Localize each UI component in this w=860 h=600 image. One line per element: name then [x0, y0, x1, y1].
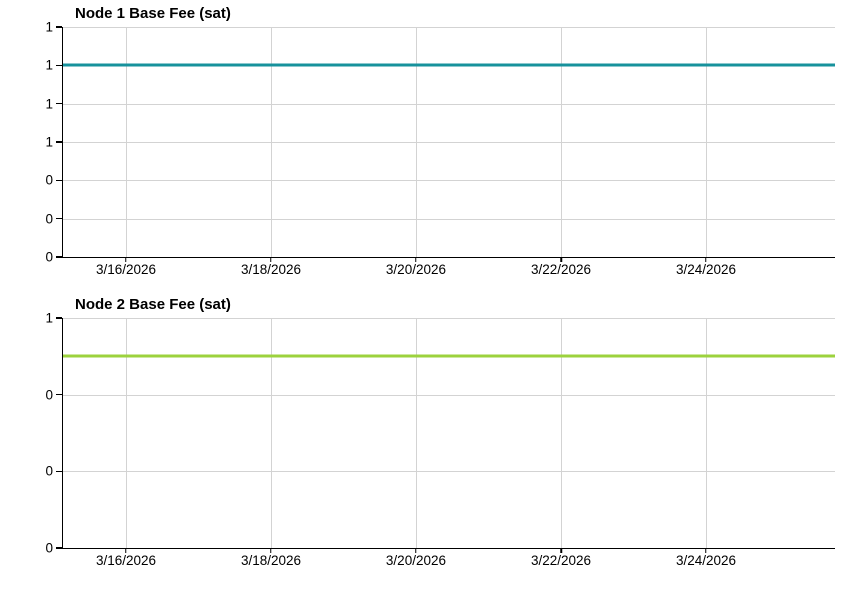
y-axis-tick-mark [56, 26, 62, 28]
x-axis-tick-label: 3/18/2026 [240, 262, 301, 277]
y-axis-tick-label: 0 [45, 172, 53, 188]
y-axis-tick-mark [56, 470, 62, 473]
vertical-gridline [125, 318, 127, 548]
vertical-gridline [270, 318, 272, 548]
chart-title: Node 2 Base Fee (sat) [75, 296, 231, 313]
chart-node-2-base-fee: Node 2 Base Fee (sat) 3/16/2026 3/18/2026… [0, 291, 860, 582]
y-axis-tick-mark [56, 179, 62, 182]
y-axis-tick-mark [56, 393, 62, 396]
plot-area: 3/16/2026 3/18/2026 3/20/2026 3/22/2026 3/24… [45, 20, 835, 276]
y-axis-tick-label: 1 [45, 19, 53, 35]
y-axis-tick-mark [56, 217, 62, 220]
x-axis-tick-label: 3/20/2026 [385, 262, 446, 277]
x-axis-tick-label: 3/18/2026 [240, 553, 301, 568]
horizontal-gridline [63, 218, 835, 220]
y-axis-tick-label: 0 [45, 463, 53, 479]
node-1-base-fee-line [63, 63, 835, 67]
horizontal-gridline [63, 394, 835, 396]
horizontal-gridline [63, 180, 835, 182]
vertical-gridline [561, 318, 563, 548]
y-axis-tick-mark [56, 102, 62, 105]
x-axis-tick-label: 3/22/2026 [530, 553, 592, 568]
y-axis-tick-label: 0 [45, 210, 53, 226]
node-2-base-fee-line [63, 354, 835, 358]
y-axis-tick-mark [56, 256, 62, 258]
y-axis-tick-label: 1 [45, 134, 53, 150]
x-axis-tick-label: 3/16/2026 [95, 262, 157, 277]
chart-title: Node 1 Base Fee (sat) [75, 5, 231, 22]
x-axis-tick-label: 3/16/2026 [95, 553, 157, 568]
plot-area: 3/16/2026 3/18/2026 3/20/2026 3/22/2026 3/24… [45, 311, 835, 567]
horizontal-gridline [63, 318, 835, 319]
horizontal-gridline [63, 471, 835, 473]
chart-node-1-base-fee: Node 1 Base Fee (sat) 3/16/2026 3/18/2026… [0, 0, 860, 291]
vertical-gridline [415, 318, 417, 548]
y-axis-tick-mark [56, 547, 62, 549]
horizontal-gridline [63, 142, 835, 143]
y-axis-tick-mark [56, 317, 62, 319]
y-axis-tick-mark [56, 141, 62, 143]
x-axis-tick-label: 3/22/2026 [530, 262, 592, 277]
y-axis-tick-label: 0 [45, 249, 53, 265]
x-axis-tick-label: 3/24/2026 [675, 262, 737, 277]
y-axis-tick-mark [56, 64, 62, 67]
y-axis-tick-label: 1 [45, 95, 53, 111]
x-axis-tick-label: 3/20/2026 [385, 553, 446, 568]
x-axis-tick-label: 3/24/2026 [675, 553, 737, 568]
y-axis-tick-label: 0 [45, 540, 53, 556]
horizontal-gridline [63, 103, 835, 105]
charts-panel: Node 1 Base Fee (sat) 3/16/2026 3/18/2026… [0, 0, 860, 600]
y-axis-tick-label: 1 [45, 310, 53, 326]
y-axis-tick-label: 0 [45, 386, 53, 402]
y-axis-tick-label: 1 [45, 57, 53, 73]
horizontal-gridline [63, 27, 835, 28]
vertical-gridline [705, 318, 707, 548]
